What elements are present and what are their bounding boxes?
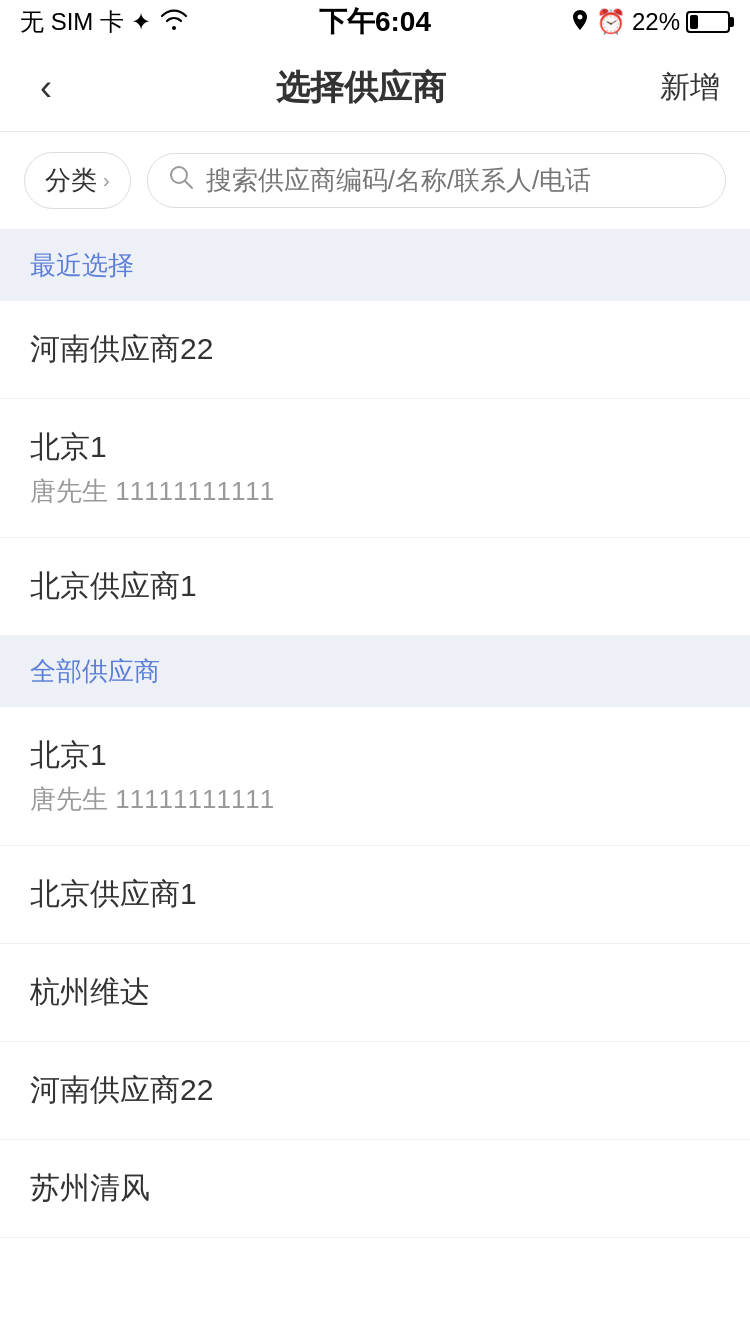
battery-icon — [686, 11, 730, 33]
list-item-name: 苏州清风 — [30, 1168, 720, 1209]
add-button[interactable]: 新增 — [660, 67, 720, 108]
list-item-name: 杭州维达 — [30, 972, 720, 1013]
list-item[interactable]: 苏州清风 — [0, 1140, 750, 1238]
all-list: 北京1 唐先生 11111111111 北京供应商1 杭州维达河南供应商22 苏州清风 — [0, 707, 750, 1238]
list-item-name: 河南供应商22 — [30, 329, 720, 370]
list-item-sub: 唐先生 11111111111 — [30, 782, 720, 817]
no-sim-label: 无 SIM 卡 ✦ — [20, 6, 151, 38]
list-item-name: 河南供应商22 — [30, 1070, 720, 1111]
back-button[interactable]: ‹ — [30, 57, 62, 119]
status-right: ⏰ 22% — [570, 8, 730, 36]
location-icon — [570, 8, 590, 36]
list-item[interactable]: 河南供应商22 — [0, 1042, 750, 1140]
list-item-name: 北京1 — [30, 735, 720, 776]
filter-bar: 分类 › — [0, 132, 750, 230]
svg-line-1 — [185, 181, 192, 188]
status-bar: 无 SIM 卡 ✦ 下午6:04 ⏰ 22% — [0, 0, 750, 44]
list-item-name: 北京供应商1 — [30, 566, 720, 607]
status-time: 下午6:04 — [319, 3, 431, 41]
list-item-sub: 唐先生 11111111111 — [30, 474, 720, 509]
all-section-header: 全部供应商 — [0, 636, 750, 707]
category-button[interactable]: 分类 › — [24, 152, 131, 209]
list-item[interactable]: 北京供应商1 — [0, 538, 750, 636]
recent-section-label: 最近选择 — [30, 250, 134, 280]
list-item[interactable]: 北京1 唐先生 11111111111 — [0, 399, 750, 538]
list-item-name: 北京1 — [30, 427, 720, 468]
status-left: 无 SIM 卡 ✦ — [20, 6, 189, 38]
recent-section-header: 最近选择 — [0, 230, 750, 301]
search-icon — [168, 164, 194, 197]
list-item[interactable]: 北京1 唐先生 11111111111 — [0, 707, 750, 846]
wifi-icon — [159, 8, 189, 36]
alarm-icon: ⏰ — [596, 8, 626, 36]
list-item[interactable]: 杭州维达 — [0, 944, 750, 1042]
chevron-right-icon: › — [103, 169, 110, 192]
list-item[interactable]: 北京供应商1 — [0, 846, 750, 944]
list-item-name: 北京供应商1 — [30, 874, 720, 915]
search-input[interactable] — [206, 165, 705, 196]
recent-list: 河南供应商22 北京1 唐先生 11111111111 北京供应商1 — [0, 301, 750, 636]
nav-bar: ‹ 选择供应商 新增 — [0, 44, 750, 132]
category-label: 分类 — [45, 163, 97, 198]
search-box[interactable] — [147, 153, 726, 208]
battery-percentage: 22% — [632, 8, 680, 36]
list-item[interactable]: 河南供应商22 — [0, 301, 750, 399]
page-title: 选择供应商 — [276, 65, 446, 111]
all-section-label: 全部供应商 — [30, 656, 160, 686]
